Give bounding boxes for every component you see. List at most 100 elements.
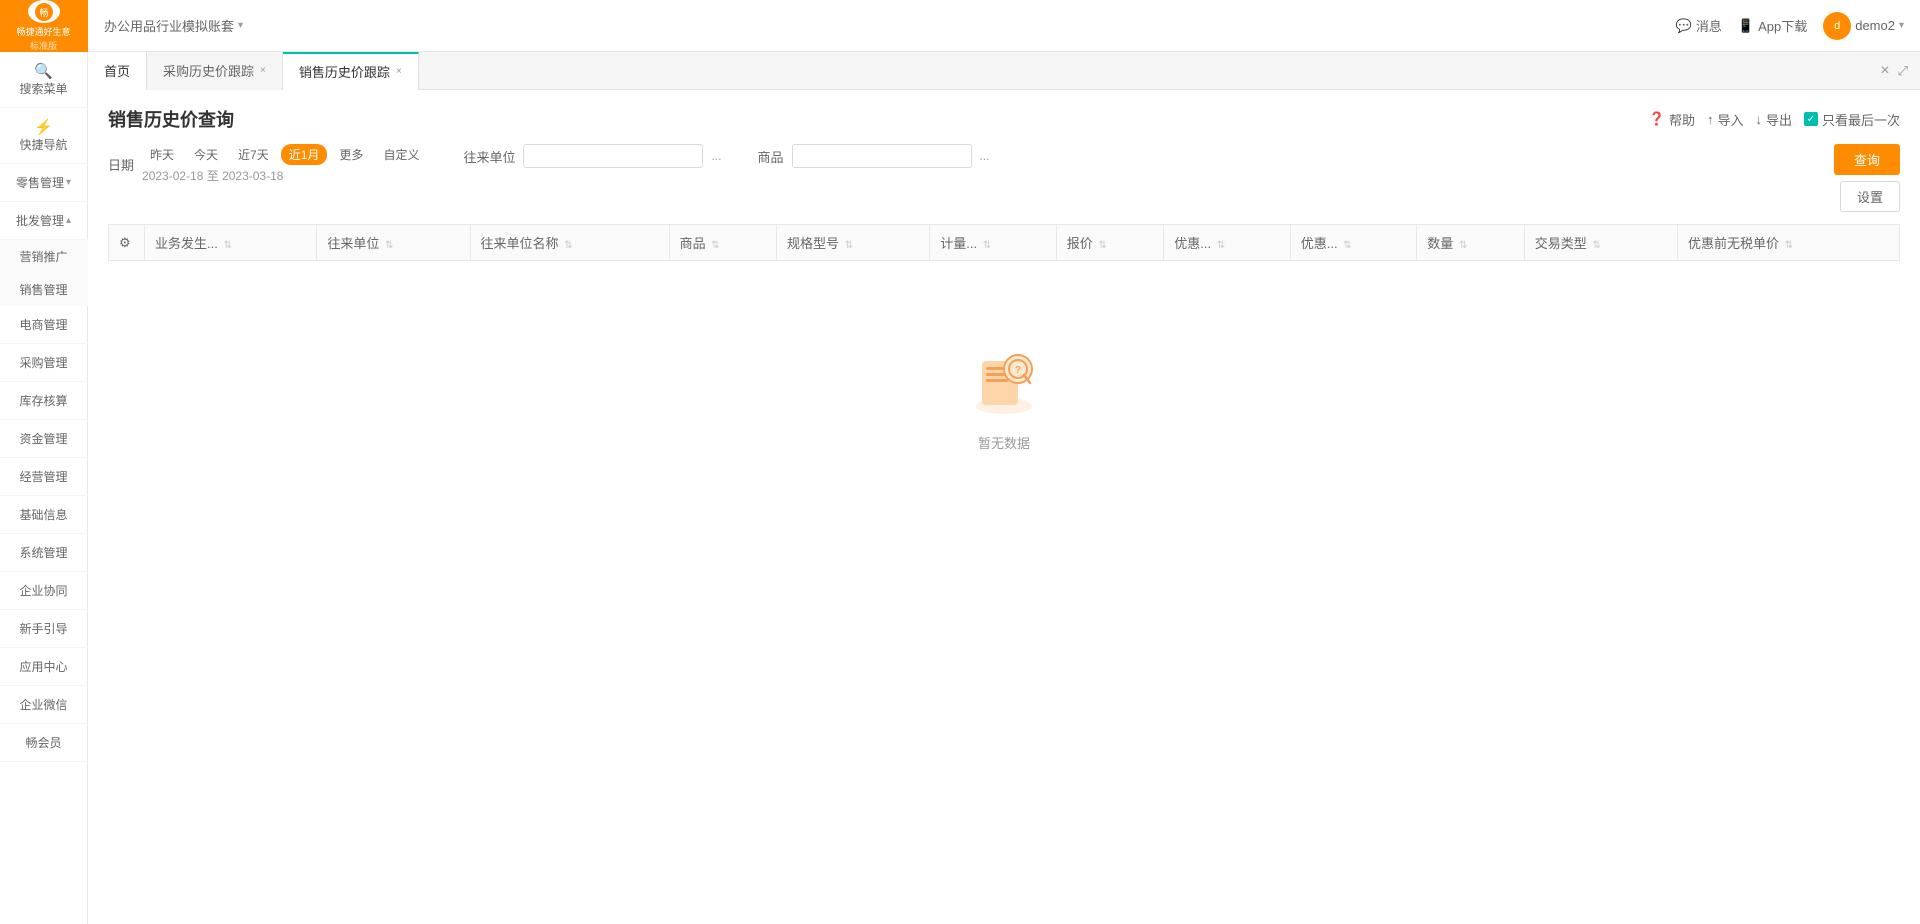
product-name: 办公用品行业模拟账套: [104, 16, 234, 35]
date-btn-1month[interactable]: 近1月: [281, 144, 328, 165]
product-selector[interactable]: 办公用品行业模拟账套 ▾: [104, 16, 243, 35]
fullscreen-button[interactable]: ⤢: [1898, 63, 1908, 79]
table-col-discount2[interactable]: 优惠... ⇅: [1290, 225, 1417, 261]
empty-state: ? 暂无数据: [88, 261, 1920, 532]
date-filter-options: 昨天 今天 近7天 近1月 更多 自定义: [142, 144, 427, 165]
sidebar-item-quicknav[interactable]: ⚡ 快捷导航: [0, 108, 88, 164]
sidebar-item-guide[interactable]: 新手引导: [0, 610, 88, 648]
table-col-partner-name[interactable]: 往来单位名称 ⇅: [470, 225, 669, 261]
sidebar-item-system[interactable]: 系统管理: [0, 534, 88, 572]
sidebar-item-operation[interactable]: 经营管理: [0, 458, 88, 496]
tab-home[interactable]: 首页: [88, 52, 147, 90]
sidebar-item-purchase[interactable]: 采购管理: [0, 344, 88, 382]
logo-icon: 畅: [28, 0, 60, 23]
help-button[interactable]: ❓ 帮助: [1649, 110, 1695, 129]
topbar: 办公用品行业模拟账套 ▾ 💬 消息 📱 App下载 d demo2 ▾: [88, 0, 1920, 52]
date-btn-7days[interactable]: 近7天: [230, 144, 277, 165]
only-last-checkbox[interactable]: ✓: [1804, 112, 1818, 126]
col-unit-label: 计量...: [940, 236, 977, 251]
app-download-button[interactable]: 📱 App下载: [1738, 16, 1807, 35]
import-button[interactable]: ↑ 导入: [1707, 110, 1744, 129]
export-label: 导出: [1766, 110, 1792, 129]
svg-text:畅: 畅: [39, 7, 48, 18]
baseinfo-label: 基础信息: [19, 506, 67, 523]
only-last-toggle[interactable]: ✓ 只看最后一次: [1804, 110, 1900, 129]
wholesale-label: 批发管理: [16, 212, 64, 229]
date-filter-group: 日期 昨天 今天 近7天 近1月 更多 自定义 2023-02-18 至 202…: [108, 144, 427, 184]
date-btn-today[interactable]: 今天: [186, 144, 226, 165]
import-icon: ↑: [1707, 112, 1714, 127]
sidebar-item-enterprise[interactable]: 企业协同: [0, 572, 88, 610]
export-icon: ↓: [1755, 112, 1762, 127]
search-menu-item[interactable]: 🔍 搜索菜单: [0, 52, 88, 108]
tab-home-label: 首页: [104, 61, 130, 80]
table-col-spec[interactable]: 规格型号 ⇅: [777, 225, 930, 261]
col-product-label: 商品: [680, 236, 706, 251]
sort-tradetype-icon: ⇅: [1592, 240, 1600, 251]
date-btn-more[interactable]: 更多: [331, 144, 371, 165]
table-col-discount1[interactable]: 优惠... ⇅: [1164, 225, 1291, 261]
sidebar-item-finance[interactable]: 资金管理: [0, 420, 88, 458]
sidebar-item-wholesale[interactable]: 批发管理 ▴: [0, 202, 88, 240]
tab-sales-label: 销售历史价跟踪: [299, 62, 390, 81]
sidebar-sub-marketing[interactable]: 营销推广: [0, 240, 88, 273]
user-profile[interactable]: d demo2 ▾: [1823, 12, 1904, 40]
sort-discount2-icon: ⇅: [1343, 240, 1351, 251]
app-tag: 标准版: [30, 39, 57, 52]
date-filter-label: 日期: [108, 155, 134, 174]
search-icon: 🔍: [34, 62, 53, 80]
sidebar-item-inventory[interactable]: 库存核算: [0, 382, 88, 420]
system-label: 系统管理: [19, 544, 67, 561]
topbar-left: 办公用品行业模拟账套 ▾: [104, 16, 243, 35]
date-btn-custom[interactable]: 自定义: [375, 144, 427, 165]
col-spec-label: 规格型号: [787, 236, 839, 251]
filter-settings-button[interactable]: 设置: [1840, 181, 1900, 212]
app-logo[interactable]: 畅 畅捷通好生意 标准版: [0, 0, 88, 52]
page-title: 销售历史价查询: [108, 106, 234, 132]
tab-sales[interactable]: 销售历史价跟踪 ×: [283, 52, 419, 90]
sidebar-item-baseinfo[interactable]: 基础信息: [0, 496, 88, 534]
message-button[interactable]: 💬 消息: [1676, 16, 1722, 35]
only-last-label: 只看最后一次: [1822, 110, 1900, 129]
table-col-unit[interactable]: 计量... ⇅: [930, 225, 1057, 261]
table-col-pretax[interactable]: 优惠前无税单价 ⇅: [1677, 225, 1899, 261]
table-col-quantity[interactable]: 数量 ⇅: [1417, 225, 1524, 261]
sidebar-item-appcenter[interactable]: 应用中心: [0, 648, 88, 686]
help-icon: ❓: [1649, 111, 1665, 127]
table-col-price[interactable]: 报价 ⇅: [1056, 225, 1163, 261]
member-label: 畅会员: [25, 734, 61, 751]
col-bizdate-label: 业务发生...: [155, 236, 218, 251]
table-header-row: ⚙ 业务发生... ⇅ 往来单位 ⇅ 往来单位名称 ⇅: [109, 225, 1900, 261]
partner-filter-input[interactable]: [523, 144, 703, 168]
table-col-tradetype[interactable]: 交易类型 ⇅: [1524, 225, 1677, 261]
ecommerce-label: 电商管理: [19, 316, 67, 333]
guide-label: 新手引导: [19, 620, 67, 637]
sidebar-item-ecommerce[interactable]: 电商管理: [0, 306, 88, 344]
col-partner-label: 往来单位: [327, 236, 379, 251]
close-all-tabs-button[interactable]: ×: [1880, 62, 1889, 80]
partner-filter-dots[interactable]: ...: [711, 149, 721, 163]
sidebar-item-retail[interactable]: 零售管理 ▾: [0, 164, 88, 202]
query-button[interactable]: 查询: [1834, 144, 1900, 175]
empty-text: 暂无数据: [978, 433, 1030, 452]
tab-sales-close[interactable]: ×: [396, 66, 402, 77]
table-col-bizdate[interactable]: 业务发生... ⇅: [145, 225, 317, 261]
sort-pretax-icon: ⇅: [1785, 240, 1793, 251]
export-button[interactable]: ↓ 导出: [1755, 110, 1792, 129]
sidebar-item-wechat[interactable]: 企业微信: [0, 686, 88, 724]
product-filter-dots[interactable]: ...: [980, 149, 990, 163]
tab-purchase-close[interactable]: ×: [260, 65, 266, 76]
table-container: ⚙ 业务发生... ⇅ 往来单位 ⇅ 往来单位名称 ⇅: [88, 224, 1920, 261]
user-dropdown-icon: ▾: [1899, 20, 1904, 31]
product-filter-input[interactable]: [792, 144, 972, 168]
message-label: 消息: [1696, 16, 1722, 35]
tab-purchase[interactable]: 采购历史价跟踪 ×: [147, 52, 283, 90]
table-col-product[interactable]: 商品 ⇅: [669, 225, 776, 261]
table-col-settings[interactable]: ⚙: [109, 225, 145, 261]
table-col-partner[interactable]: 往来单位 ⇅: [317, 225, 470, 261]
retail-label: 零售管理: [16, 174, 64, 191]
page-actions: ❓ 帮助 ↑ 导入 ↓ 导出 ✓ 只看最后一次: [1649, 110, 1900, 129]
sidebar-sub-sales[interactable]: 销售管理: [0, 273, 88, 306]
date-btn-yesterday[interactable]: 昨天: [142, 144, 182, 165]
sidebar-item-member[interactable]: 畅会员: [0, 724, 88, 762]
